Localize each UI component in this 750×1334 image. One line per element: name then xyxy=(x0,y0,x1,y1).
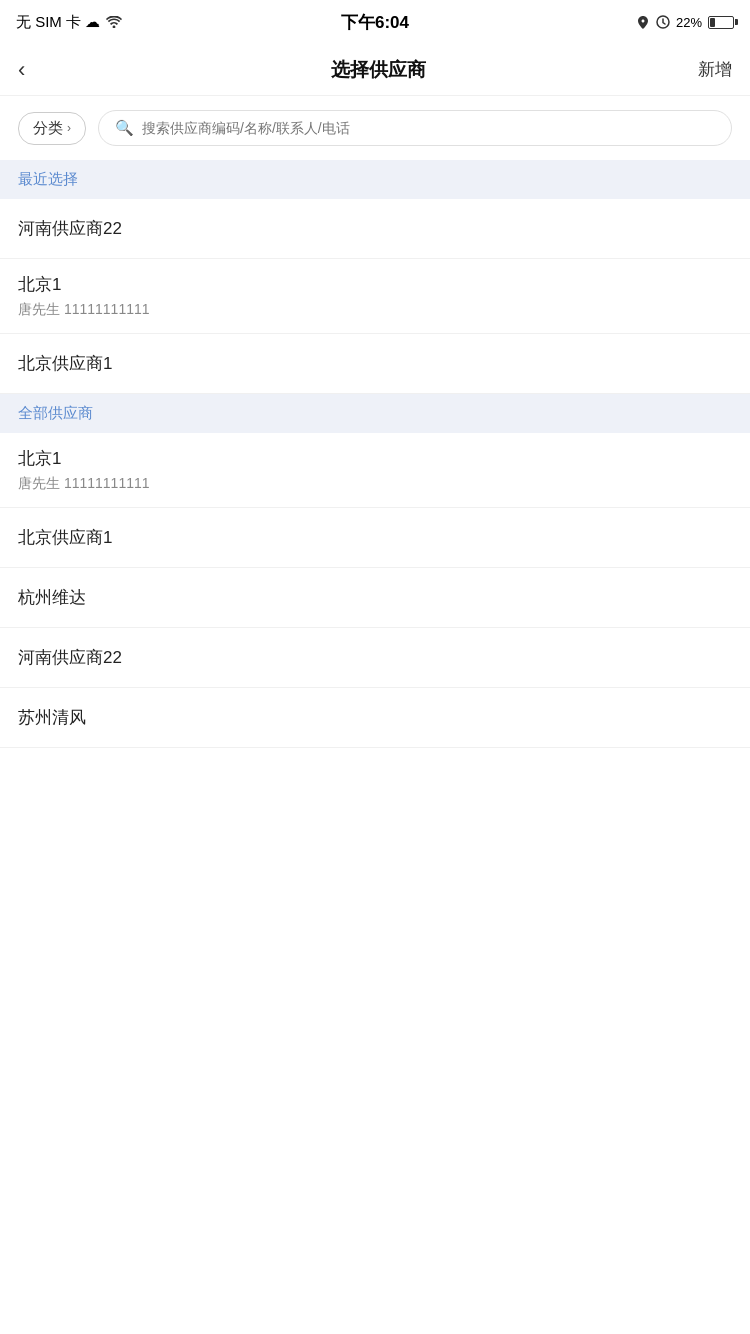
page-title: 选择供应商 xyxy=(331,57,426,83)
status-time: 下午6:04 xyxy=(341,11,409,34)
recent-items-list: 河南供应商22 北京1 唐先生 11111111111 北京供应商1 xyxy=(0,199,750,394)
all-section-header: 全部供应商 xyxy=(0,394,750,433)
add-button[interactable]: 新增 xyxy=(698,58,732,81)
item-detail: 唐先生 11111111111 xyxy=(18,301,732,319)
nav-bar: ‹ 选择供应商 新增 xyxy=(0,44,750,96)
clock-icon xyxy=(656,15,670,29)
all-section-label: 全部供应商 xyxy=(18,404,93,421)
item-name: 北京1 xyxy=(18,273,732,296)
battery-percent: 22% xyxy=(676,15,702,30)
item-name: 北京供应商1 xyxy=(18,352,732,375)
all-item-5[interactable]: 苏州清风 xyxy=(0,688,750,748)
search-icon: 🔍 xyxy=(115,119,134,137)
all-item-2[interactable]: 北京供应商1 xyxy=(0,508,750,568)
sim-status: 无 SIM 卡 ☁ xyxy=(16,13,100,32)
item-detail: 唐先生 11111111111 xyxy=(18,475,732,493)
item-name: 杭州维达 xyxy=(18,586,732,609)
recent-section-header: 最近选择 xyxy=(0,160,750,199)
location-icon xyxy=(636,15,650,29)
status-bar: 无 SIM 卡 ☁ 下午6:04 22% xyxy=(0,0,750,44)
recent-item-3[interactable]: 北京供应商1 xyxy=(0,334,750,394)
item-name: 苏州清风 xyxy=(18,706,732,729)
status-right: 22% xyxy=(636,15,734,30)
category-filter[interactable]: 分类 › xyxy=(18,112,86,145)
battery-icon xyxy=(708,16,734,29)
item-name: 河南供应商22 xyxy=(18,217,732,240)
recent-item-2[interactable]: 北京1 唐先生 11111111111 xyxy=(0,259,750,334)
category-label: 分类 xyxy=(33,119,63,138)
recent-section-label: 最近选择 xyxy=(18,170,78,187)
recent-item-1[interactable]: 河南供应商22 xyxy=(0,199,750,259)
all-item-3[interactable]: 杭州维达 xyxy=(0,568,750,628)
wifi-icon xyxy=(106,16,122,28)
item-name: 北京供应商1 xyxy=(18,526,732,549)
search-box[interactable]: 🔍 xyxy=(98,110,732,146)
back-button[interactable]: ‹ xyxy=(18,57,58,83)
all-items-list: 北京1 唐先生 11111111111 北京供应商1 杭州维达 河南供应商22 … xyxy=(0,433,750,748)
item-name: 北京1 xyxy=(18,447,732,470)
filter-bar: 分类 › 🔍 xyxy=(0,96,750,160)
all-item-4[interactable]: 河南供应商22 xyxy=(0,628,750,688)
search-input[interactable] xyxy=(142,120,715,136)
chevron-right-icon: › xyxy=(67,121,71,135)
status-left: 无 SIM 卡 ☁ xyxy=(16,13,122,32)
item-name: 河南供应商22 xyxy=(18,646,732,669)
all-item-1[interactable]: 北京1 唐先生 11111111111 xyxy=(0,433,750,508)
